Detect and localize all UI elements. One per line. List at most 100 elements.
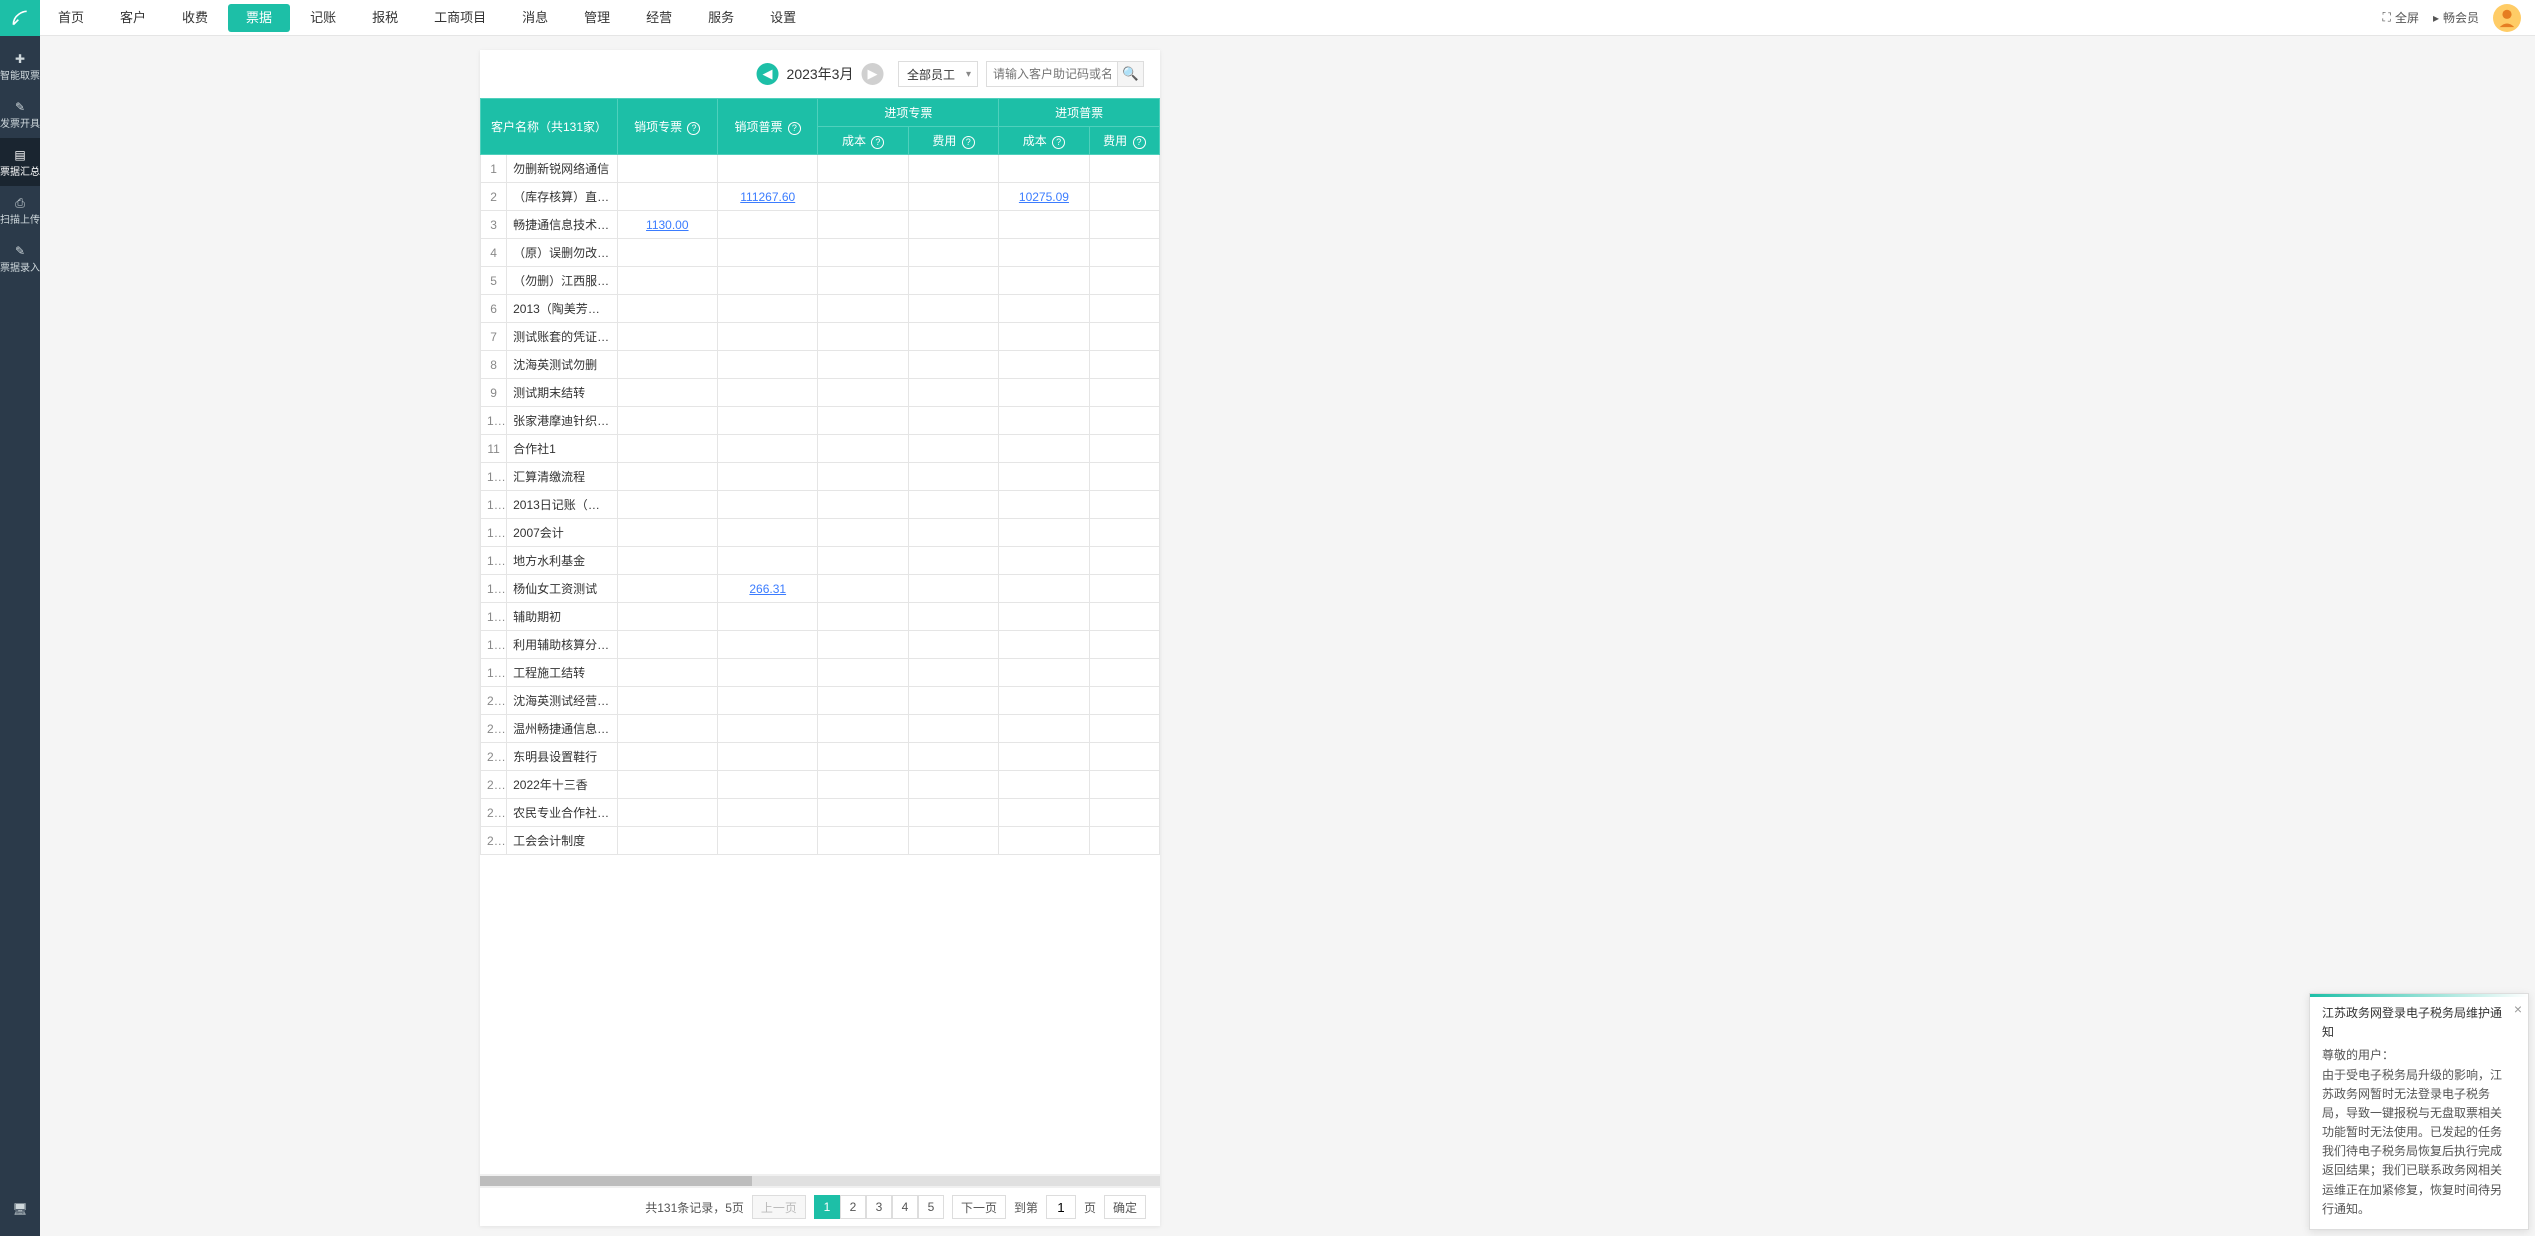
sidebar-item-1[interactable]: ✎发票开具 <box>0 90 40 138</box>
table-cell <box>718 715 818 743</box>
table-row[interactable]: 142007会计 <box>481 519 1160 547</box>
value-link[interactable]: 266.31 <box>749 582 786 596</box>
table-row[interactable]: 5（勿删）江西服宝-LSS <box>481 267 1160 295</box>
table-cell <box>908 323 998 351</box>
nav-item-6[interactable]: 工商项目 <box>416 0 504 36</box>
nav-item-7[interactable]: 消息 <box>504 0 566 36</box>
help-icon[interactable]: ? <box>1133 136 1146 149</box>
month-next-button[interactable]: ▶ <box>861 63 883 85</box>
sidebar-item-3[interactable]: ⎙扫描上传 <box>0 186 40 234</box>
table-row[interactable]: 17辅助期初 <box>481 603 1160 631</box>
table-row[interactable]: 21温州畅捷通信息服务有限… <box>481 715 1160 743</box>
nav-item-10[interactable]: 服务 <box>690 0 752 36</box>
table-row[interactable]: 3畅捷通信息技术股份有限公…1130.00 <box>481 211 1160 239</box>
table-row[interactable]: 25工会会计制度 <box>481 827 1160 855</box>
table-cell <box>617 435 717 463</box>
table-cell <box>999 575 1089 603</box>
table-row[interactable]: 16杨仙女工资测试266.31 <box>481 575 1160 603</box>
table-cell <box>818 771 908 799</box>
table-row[interactable]: 7测试账套的凭证打印的时候… <box>481 323 1160 351</box>
month-picker: ◀ 2023年3月 ▶ <box>757 63 884 85</box>
search-button[interactable]: 🔍 <box>1117 62 1143 86</box>
table-row[interactable]: 9测试期末结转 <box>481 379 1160 407</box>
value-link[interactable]: 111267.60 <box>740 190 795 204</box>
table-cell <box>718 267 818 295</box>
page-number-button[interactable]: 4 <box>892 1195 918 1219</box>
sidebar-item-0[interactable]: ✚智能取票 <box>0 42 40 90</box>
help-icon[interactable]: ? <box>962 136 975 149</box>
fullscreen-button[interactable]: ⛶ 全屏 <box>2383 9 2419 26</box>
sidebar-bottom-icon[interactable]: 🖥 <box>0 1192 40 1226</box>
table-cell <box>1089 771 1159 799</box>
table-cell <box>1089 351 1159 379</box>
table-row[interactable]: 18利用辅助核算分析每种商… <box>481 631 1160 659</box>
sidebar-item-2[interactable]: ▤票据汇总 <box>0 138 40 186</box>
table-row[interactable]: 12汇算清缴流程 <box>481 463 1160 491</box>
table-cell <box>718 323 818 351</box>
page-number-button[interactable]: 2 <box>840 1195 866 1219</box>
table-wrap[interactable]: 客户名称（共131家） 销项专票 ? 销项普票 ? 进项专票 进项普票 成本 ?… <box>480 98 1160 1174</box>
close-icon[interactable]: × <box>2514 998 2522 1020</box>
table-row[interactable]: 4（原）误删勿改李艳芬测试账… <box>481 239 1160 267</box>
table-cell: （原）误删勿改李艳芬测试账… <box>507 239 617 267</box>
nav-item-1[interactable]: 客户 <box>102 0 164 36</box>
value-link[interactable]: 1130.00 <box>646 218 689 232</box>
sidebar-item-label: 扫描上传 <box>0 215 40 226</box>
fullscreen-label: 全屏 <box>2395 9 2419 26</box>
table-row[interactable]: 22东明县设置鞋行 <box>481 743 1160 771</box>
page-confirm-button[interactable]: 确定 <box>1104 1195 1146 1219</box>
month-prev-button[interactable]: ◀ <box>757 63 779 85</box>
table-row[interactable]: 24农民专业合作社会计制度 <box>481 799 1160 827</box>
table-row[interactable]: 8沈海英测试勿删 <box>481 351 1160 379</box>
table-row[interactable]: 2（库存核算）直播畅捷通信…111267.6010275.09 <box>481 183 1160 211</box>
nav-item-5[interactable]: 报税 <box>354 0 416 36</box>
search-input[interactable] <box>987 62 1117 86</box>
table-cell: 3 <box>481 211 507 239</box>
table-cell <box>1089 827 1159 855</box>
page-input[interactable] <box>1046 1195 1076 1219</box>
page-number-button[interactable]: 5 <box>918 1195 944 1219</box>
table-row[interactable]: 19工程施工结转 <box>481 659 1160 687</box>
table-row[interactable]: 1勿删新锐网络通信 <box>481 155 1160 183</box>
table-cell: 1130.00 <box>617 211 717 239</box>
nav-item-11[interactable]: 设置 <box>752 0 814 36</box>
table-row[interactable]: 15地方水利基金 <box>481 547 1160 575</box>
nav-item-4[interactable]: 记账 <box>292 0 354 36</box>
nav-item-8[interactable]: 管理 <box>566 0 628 36</box>
table-cell <box>999 743 1089 771</box>
scrollbar-thumb[interactable] <box>480 1176 752 1186</box>
page-next-button[interactable]: 下一页 <box>952 1195 1006 1219</box>
help-icon[interactable]: ? <box>687 122 700 135</box>
table-cell <box>818 575 908 603</box>
nav-item-3[interactable]: 票据 <box>228 4 290 32</box>
th-pg-expense: 费用 ? <box>1089 127 1159 155</box>
logo[interactable] <box>0 0 40 36</box>
page-number-button[interactable]: 3 <box>866 1195 892 1219</box>
table-cell <box>617 771 717 799</box>
sidebar-item-4[interactable]: ✎票据录入 <box>0 234 40 282</box>
value-link[interactable]: 10275.09 <box>1019 190 1069 204</box>
help-icon[interactable]: ? <box>1052 136 1065 149</box>
page-prev-button[interactable]: 上一页 <box>752 1195 806 1219</box>
help-icon[interactable]: ? <box>871 136 884 149</box>
table-row[interactable]: 10张家港摩迪针织品有限公… <box>481 407 1160 435</box>
table-row[interactable]: 62013（陶美芳勿删） <box>481 295 1160 323</box>
employee-select[interactable]: 全部员工 <box>898 61 978 87</box>
nav-item-2[interactable]: 收费 <box>164 0 226 36</box>
table-row[interactable]: 132013日记账（不要删除哈… <box>481 491 1160 519</box>
table-row[interactable]: 20沈海英测试经营勿删 <box>481 687 1160 715</box>
nav-item-0[interactable]: 首页 <box>40 0 102 36</box>
table-cell <box>908 547 998 575</box>
nav-item-9[interactable]: 经营 <box>628 0 690 36</box>
table-cell: 辅助期初 <box>507 603 617 631</box>
table-cell: 17 <box>481 603 507 631</box>
table-cell: 24 <box>481 799 507 827</box>
page-number-button[interactable]: 1 <box>814 1195 840 1219</box>
help-icon[interactable]: ? <box>788 122 801 135</box>
toolbar-right: 全部员工 🔍 <box>898 61 1144 87</box>
horizontal-scrollbar[interactable] <box>480 1174 1160 1188</box>
avatar[interactable] <box>2493 4 2521 32</box>
vip-button[interactable]: ▸ 畅会员 <box>2433 9 2479 26</box>
table-row[interactable]: 11合作社1 <box>481 435 1160 463</box>
table-row[interactable]: 232022年十三香 <box>481 771 1160 799</box>
